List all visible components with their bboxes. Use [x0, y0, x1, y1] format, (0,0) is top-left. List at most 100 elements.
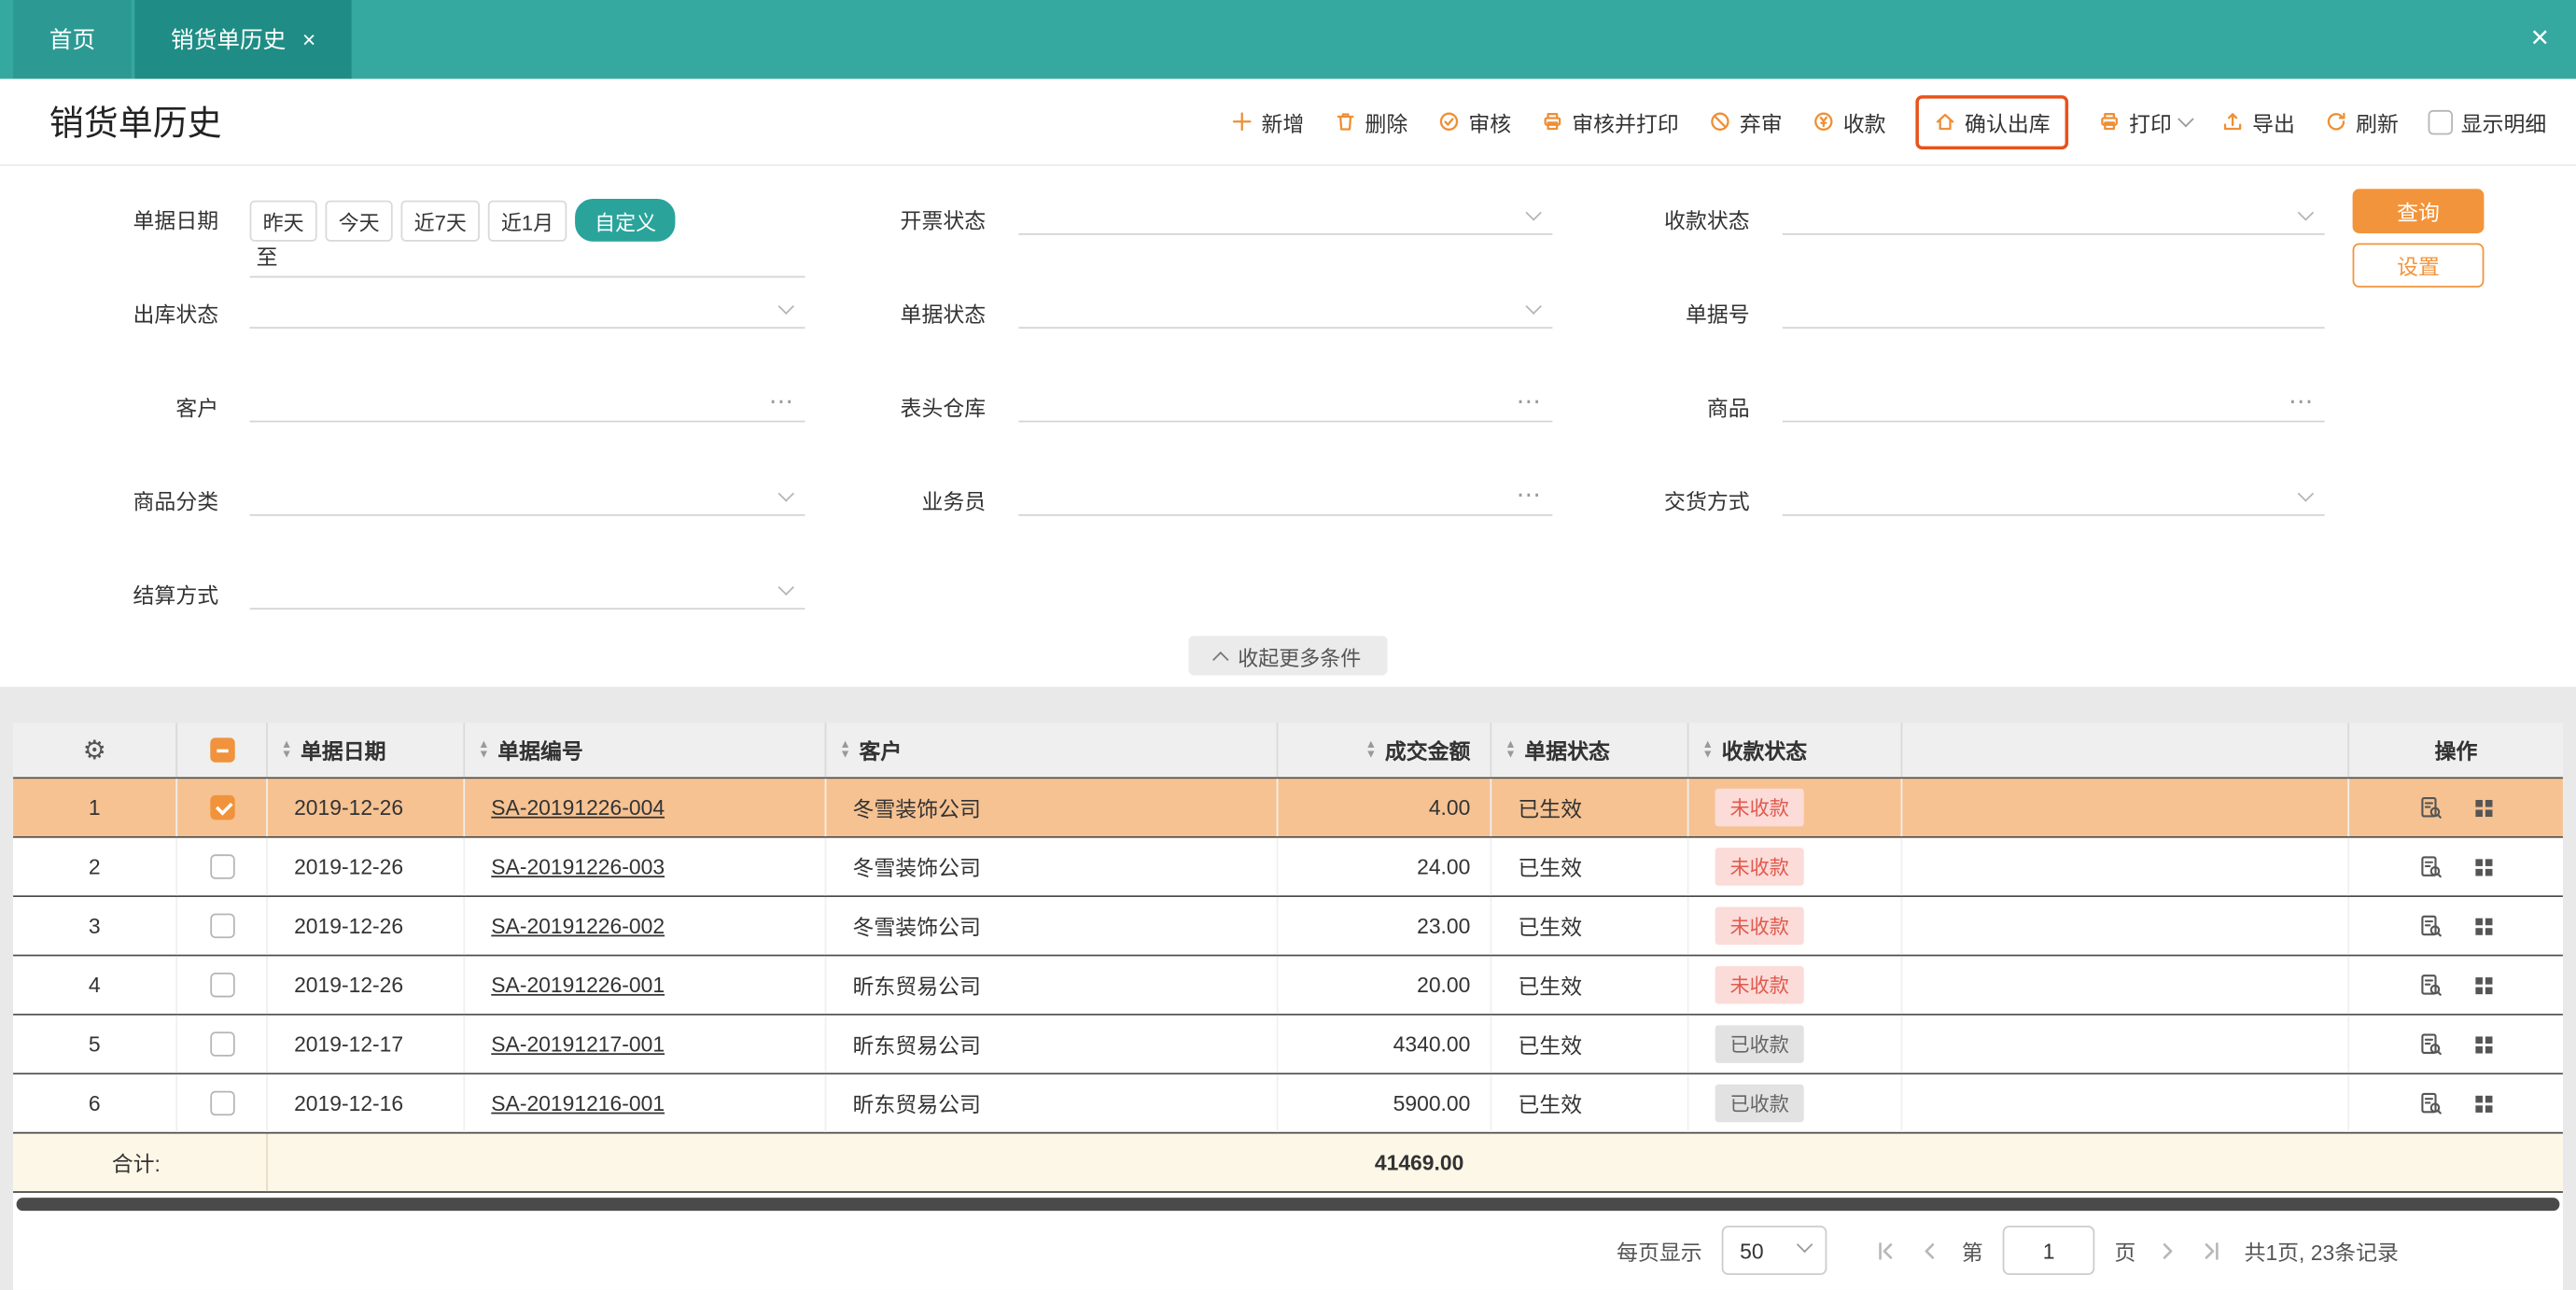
row-detail-icon[interactable] — [2417, 973, 2442, 997]
outbound-status-select[interactable] — [249, 286, 805, 330]
first-page-icon[interactable] — [1873, 1238, 1897, 1262]
page-number-input[interactable] — [2002, 1226, 2095, 1275]
audit-button[interactable]: 审核 — [1437, 106, 1511, 137]
refresh-button[interactable]: 刷新 — [2325, 106, 2399, 137]
row-grid-icon[interactable] — [2471, 855, 2495, 878]
tab-sales-history[interactable]: 销货单历史 × — [134, 0, 353, 79]
per-page-select[interactable]: 50 — [1721, 1226, 1827, 1275]
row-grid-icon[interactable] — [2471, 1092, 2495, 1115]
receive-payment-button[interactable]: 收款 — [1812, 106, 1886, 137]
row-index: 6 — [13, 1074, 178, 1132]
row-checkbox[interactable] — [209, 794, 234, 820]
date-range-input[interactable]: 至 — [249, 238, 805, 278]
row-detail-icon[interactable] — [2417, 1091, 2442, 1115]
doc-status-select[interactable] — [1018, 286, 1553, 330]
col-header-status[interactable]: ▲ ▼ 单据状态 — [1491, 722, 1689, 778]
chevron-up-icon — [1212, 651, 1229, 667]
row-checkbox[interactable] — [209, 854, 234, 879]
ellipsis-icon: ⋯ — [1516, 387, 1543, 416]
last-page-icon[interactable] — [2200, 1238, 2224, 1262]
table-row[interactable]: 2 2019-12-26 SA-20191226-003 冬雪装饰公司 24.0… — [13, 837, 2563, 898]
chevron-down-icon — [1525, 204, 1542, 221]
print-button[interactable]: 打印 — [2098, 106, 2194, 137]
unaudit-button[interactable]: 弃审 — [1708, 106, 1783, 137]
collapse-filters-button[interactable]: 收起更多条件 — [1188, 636, 1388, 676]
invoice-status-select[interactable] — [1018, 192, 1553, 235]
salesman-picker[interactable]: ⋯ — [1018, 473, 1553, 516]
doc-link[interactable]: SA-20191226-002 — [491, 914, 665, 938]
doc-link[interactable]: SA-20191216-001 — [491, 1091, 665, 1115]
row-grid-icon[interactable] — [2471, 796, 2495, 820]
add-button[interactable]: 新增 — [1230, 106, 1304, 137]
row-detail-icon[interactable] — [2417, 854, 2442, 878]
quick-7days-button[interactable]: 近7天 — [400, 199, 480, 241]
col-header-doc-no[interactable]: ▲ ▼ 单据编号 — [465, 722, 827, 778]
tab-close-icon[interactable]: × — [302, 28, 315, 51]
page-title: 销货单历史 — [49, 105, 222, 144]
ban-icon — [1711, 112, 1729, 131]
pagination-bar: 每页显示 50 第 页 共1页, 23条记录 — [13, 1211, 2563, 1290]
page-suffix-label: 页 — [2114, 1240, 2136, 1265]
filter-label-salesman: 业务员 — [921, 489, 987, 514]
product-picker[interactable]: ⋯ — [1782, 380, 2325, 423]
payment-status-select[interactable] — [1782, 192, 2325, 235]
delete-button[interactable]: 删除 — [1334, 106, 1407, 137]
quick-yesterday-button[interactable]: 昨天 — [249, 199, 317, 241]
select-all-checkbox[interactable] — [209, 737, 234, 763]
row-checkbox[interactable] — [209, 973, 234, 998]
table-header-row: ⚙ ▲▼ 单据日期 ▲▼ 单据编号 ▲▼ 客户 ▲▼ 成交金额 ▲▼ — [13, 722, 2563, 779]
row-grid-icon[interactable] — [2471, 915, 2495, 938]
query-button[interactable]: 查询 — [2352, 189, 2485, 233]
quick-today-button[interactable]: 今天 — [325, 199, 393, 241]
row-grid-icon[interactable] — [2471, 1032, 2495, 1056]
audit-print-button[interactable]: 审核并打印 — [1541, 106, 1679, 137]
row-detail-icon[interactable] — [2417, 1031, 2442, 1056]
table-settings-cell: ⚙ — [13, 722, 178, 778]
doc-link[interactable]: SA-20191226-004 — [491, 795, 665, 820]
tab-home[interactable]: 首页 — [13, 0, 132, 79]
table-row[interactable]: 3 2019-12-26 SA-20191226-002 冬雪装饰公司 23.0… — [13, 897, 2563, 957]
row-checkbox[interactable] — [209, 1090, 234, 1116]
row-status: 已生效 — [1491, 956, 1689, 1015]
customer-picker[interactable]: ⋯ — [249, 380, 805, 423]
quick-1month-button[interactable]: 近1月 — [487, 199, 567, 241]
delivery-select[interactable] — [1782, 473, 2325, 516]
confirm-outbound-button[interactable]: 确认出库 — [1934, 106, 2051, 137]
chevron-down-icon — [777, 579, 794, 596]
col-header-customer[interactable]: ▲ ▼ 客户 — [826, 722, 1279, 778]
col-header-amount[interactable]: ▲ ▼ 成交金额 — [1278, 722, 1492, 778]
select-all-cell — [177, 722, 268, 778]
row-grid-icon[interactable] — [2471, 974, 2495, 997]
row-detail-icon[interactable] — [2417, 795, 2442, 820]
col-header-payment[interactable]: ▲ ▼ 收款状态 — [1688, 722, 1903, 778]
settings-button[interactable]: 设置 — [2352, 243, 2485, 288]
row-checkbox[interactable] — [209, 1031, 234, 1057]
row-detail-icon[interactable] — [2417, 914, 2442, 938]
prev-page-icon[interactable] — [1917, 1238, 1941, 1262]
row-checkbox[interactable] — [209, 913, 234, 939]
next-page-icon[interactable] — [2156, 1238, 2180, 1262]
gear-icon[interactable]: ⚙ — [83, 734, 106, 766]
filter-label-date: 单据日期 — [133, 208, 219, 233]
table-row[interactable]: 5 2019-12-17 SA-20191217-001 昕东贸易公司 4340… — [13, 1015, 2563, 1075]
col-header-date[interactable]: ▲ ▼ 单据日期 — [268, 722, 466, 778]
doc-link[interactable]: SA-20191217-001 — [491, 1031, 665, 1056]
doc-link[interactable]: SA-20191226-003 — [491, 854, 665, 878]
category-select[interactable] — [249, 473, 805, 516]
horizontal-scrollbar[interactable] — [16, 1198, 2560, 1212]
quick-custom-button[interactable]: 自定义 — [574, 198, 677, 242]
warehouse-picker[interactable]: ⋯ — [1018, 380, 1553, 423]
show-detail-checkbox[interactable] — [2428, 109, 2453, 134]
export-button[interactable]: 导出 — [2221, 106, 2295, 137]
settlement-select[interactable] — [249, 567, 805, 610]
show-detail-toggle[interactable]: 显示明细 — [2428, 106, 2546, 137]
totals-label: 合计: — [13, 1133, 268, 1192]
table-row[interactable]: 4 2019-12-26 SA-20191226-001 昕东贸易公司 20.0… — [13, 956, 2563, 1016]
row-customer: 冬雪装饰公司 — [826, 778, 1279, 836]
close-all-icon[interactable]: × — [2504, 0, 2576, 78]
table-row[interactable]: 1 2019-12-26 SA-20191226-004 冬雪装饰公司 4.00… — [13, 778, 2563, 838]
filter-label-invoice-status: 开票状态 — [900, 208, 987, 233]
doc-no-input[interactable] — [1782, 286, 2325, 330]
table-row[interactable]: 6 2019-12-16 SA-20191216-001 昕东贸易公司 5900… — [13, 1074, 2563, 1134]
doc-link[interactable]: SA-20191226-001 — [491, 973, 665, 997]
